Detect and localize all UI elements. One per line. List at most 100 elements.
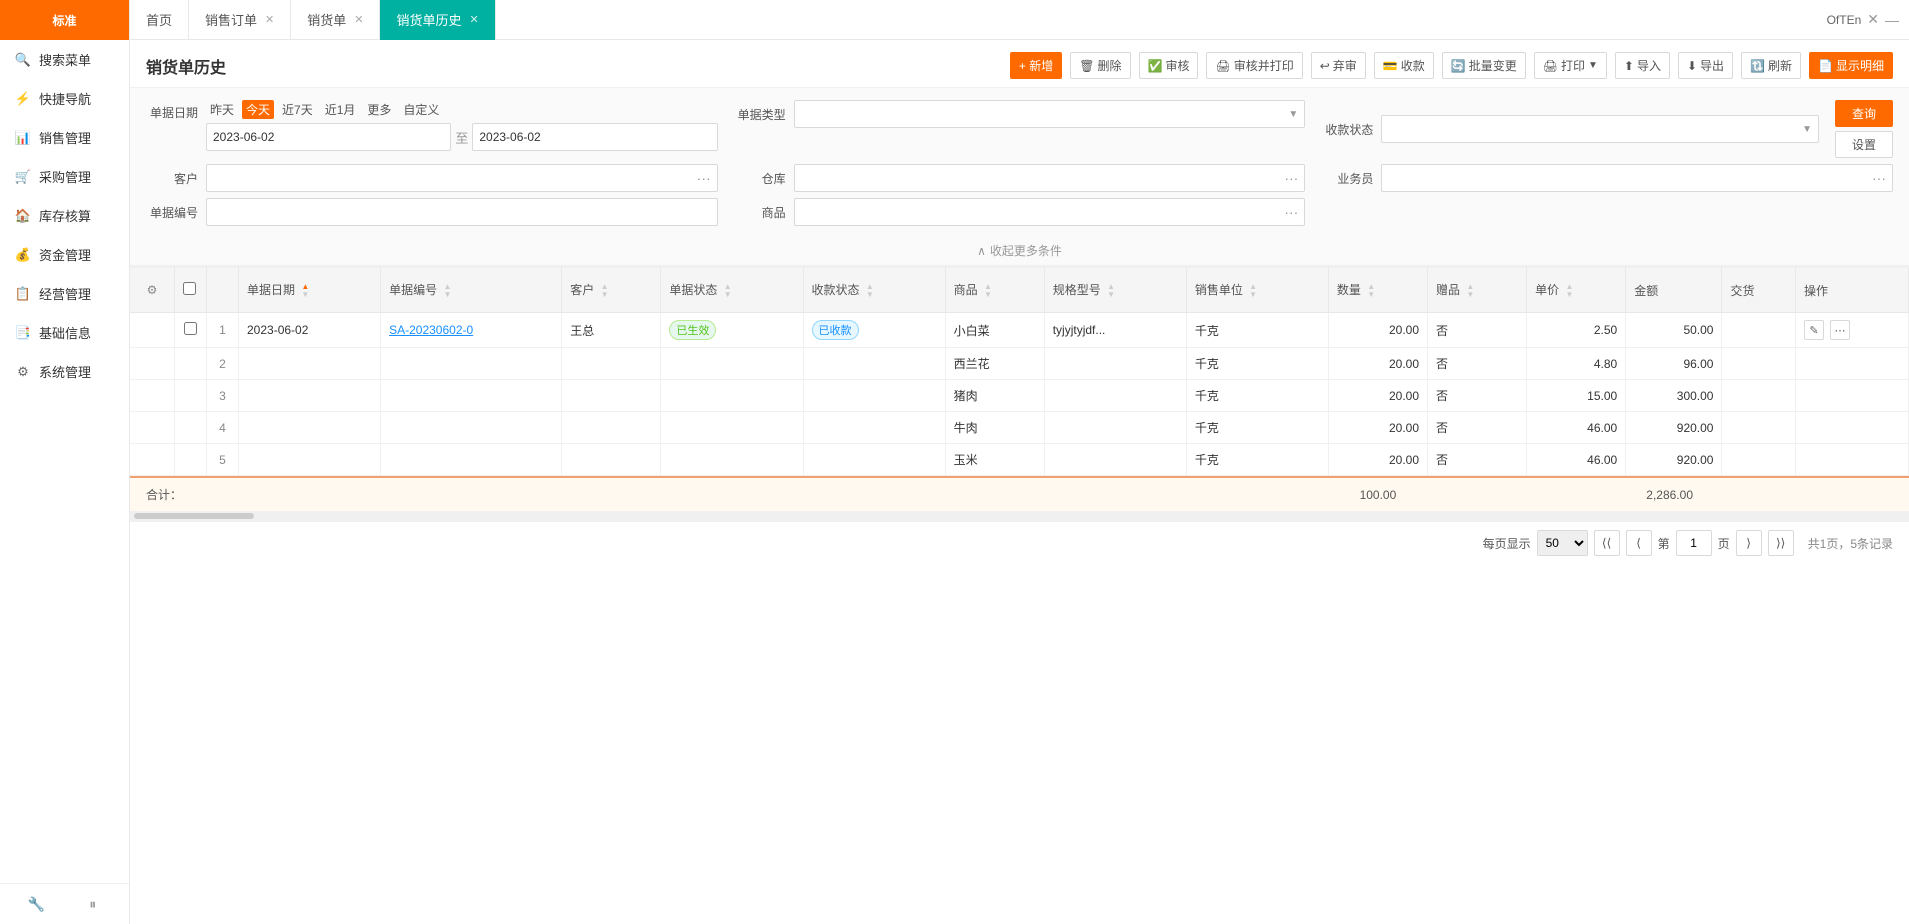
date-from-input[interactable] <box>206 123 451 151</box>
doc-no-link[interactable]: SA-20230602-0 <box>389 323 473 337</box>
next-page-btn[interactable]: ⟩ <box>1736 530 1762 556</box>
query-button[interactable]: 查询 <box>1835 100 1893 127</box>
cell-row-no: 2 <box>207 348 239 380</box>
table-scrollbar[interactable] <box>130 511 1909 521</box>
date-to-input[interactable] <box>472 123 717 151</box>
filter-salesperson: 业务员 ··· <box>1321 164 1893 192</box>
edit-op-icon[interactable]: ✎ <box>1804 320 1824 340</box>
cell-operation: ✎⋯ <box>1795 313 1908 348</box>
table-scroll-thumb[interactable] <box>134 513 254 519</box>
tab-home[interactable]: 首页 <box>130 0 189 40</box>
salesperson-dots[interactable]: ··· <box>1872 170 1886 186</box>
sort-collect-status[interactable]: ▲▼ <box>866 283 874 299</box>
last-page-btn[interactable]: ⟩⟩ <box>1768 530 1794 556</box>
tab-sales-history-close[interactable]: ✕ <box>470 13 479 26</box>
sidebar-item-search-menu[interactable]: 🔍 搜索菜单 <box>0 40 129 79</box>
sort-spec[interactable]: ▲▼ <box>1107 283 1115 299</box>
import-button[interactable]: ⬆ 导入 <box>1615 52 1670 79</box>
col-spec: 规格型号 ▲▼ <box>1044 268 1186 313</box>
set-button[interactable]: 设置 <box>1835 131 1893 158</box>
table-settings-icon[interactable]: ⚙ <box>138 276 166 304</box>
shortcut-7days[interactable]: 近7天 <box>278 100 317 119</box>
audit-button[interactable]: ✅ 审核 <box>1139 52 1199 79</box>
sort-qty[interactable]: ▲▼ <box>1367 283 1375 299</box>
date-range-row: 至 <box>206 123 718 151</box>
prev-page-btn[interactable]: ⟨ <box>1626 530 1652 556</box>
sidebar-item-sales[interactable]: 📊 销售管理 <box>0 118 129 157</box>
sort-goods[interactable]: ▲▼ <box>984 283 992 299</box>
tab-sales-delivery[interactable]: 销货单 ✕ <box>291 0 380 40</box>
page-number-input[interactable] <box>1676 530 1712 556</box>
show-detail-button[interactable]: 📄 显示明细 <box>1809 52 1893 79</box>
shopping-icon: 🛒 <box>15 169 31 185</box>
goods-dots[interactable]: ··· <box>1284 204 1298 220</box>
new-button[interactable]: + 新增 <box>1010 52 1062 79</box>
sort-gift[interactable]: ▲▼ <box>1466 283 1474 299</box>
page-size-select[interactable]: 50 100 200 <box>1537 530 1588 556</box>
sidebar-item-purchase[interactable]: 🛒 采购管理 <box>0 157 129 196</box>
tab-sales-order-close[interactable]: ✕ <box>265 13 274 26</box>
customer-label: 客户 <box>146 170 198 187</box>
shortcut-1month[interactable]: 近1月 <box>321 100 360 119</box>
settings-icon: ⚙ <box>15 364 31 380</box>
col-check <box>175 268 207 313</box>
shortcut-more[interactable]: 更多 <box>363 100 395 119</box>
cell-customer <box>562 380 661 412</box>
sidebar-item-finance[interactable]: 💰 资金管理 <box>0 235 129 274</box>
sidebar-item-inventory[interactable]: 🏠 库存核算 <box>0 196 129 235</box>
warehouse-dots[interactable]: ··· <box>1284 170 1298 186</box>
sort-doc-status[interactable]: ▲▼ <box>724 283 732 299</box>
row-checkbox[interactable] <box>184 322 197 335</box>
abandon-button[interactable]: ↩ 弃审 <box>1311 52 1366 79</box>
sort-customer[interactable]: ▲▼ <box>601 283 609 299</box>
cell-qty: 20.00 <box>1328 313 1427 348</box>
collapse-button[interactable]: ∧ 收起更多条件 <box>130 236 1909 266</box>
refresh-button[interactable]: 🔃 刷新 <box>1741 52 1801 79</box>
sort-unit-price[interactable]: ▲▼ <box>1565 283 1573 299</box>
sort-doc-no[interactable]: ▲▼ <box>443 283 451 299</box>
first-page-btn[interactable]: ⟨⟨ <box>1594 530 1620 556</box>
filter-row-3: 单据编号 商品 ··· <box>130 198 1909 236</box>
audit-print-button[interactable]: 🖨 审核并打印 <box>1206 52 1302 79</box>
select-all-checkbox[interactable] <box>183 282 196 295</box>
doc-no-input[interactable] <box>206 198 718 226</box>
batch-change-button[interactable]: 🔄 批量变更 <box>1442 52 1526 79</box>
abandon-icon: ↩ <box>1320 59 1330 73</box>
cell-doc-status <box>661 380 803 412</box>
collect-status-select[interactable]: ▼ <box>1381 115 1819 143</box>
cell-doc-date <box>239 412 381 444</box>
sort-doc-date[interactable]: ▲▼ <box>301 283 309 299</box>
warehouse-input[interactable] <box>801 171 1283 185</box>
delete-button[interactable]: 🗑 删除 <box>1070 52 1130 79</box>
tab-sales-history-label: 销货单历史 <box>396 10 461 29</box>
cell-doc-date <box>239 380 381 412</box>
shortcut-yesterday[interactable]: 昨天 <box>206 100 238 119</box>
customer-field: ··· <box>206 164 718 192</box>
customer-dots[interactable]: ··· <box>697 170 711 186</box>
tab-sales-order[interactable]: 销售订单 ✕ <box>189 0 291 40</box>
shortcut-custom[interactable]: 自定义 <box>399 100 443 119</box>
print-button[interactable]: 🖨 打印 ▼ <box>1534 52 1607 79</box>
shortcut-today[interactable]: 今天 <box>242 100 274 119</box>
more-op-icon[interactable]: ⋯ <box>1830 320 1850 340</box>
salesperson-input[interactable] <box>1388 171 1870 185</box>
date-label: 单据日期 <box>146 100 198 121</box>
goods-input[interactable] <box>801 205 1283 219</box>
sidebar-item-system[interactable]: ⚙ 系统管理 <box>0 352 129 391</box>
customer-input[interactable] <box>213 171 695 185</box>
tab-sales-history[interactable]: 销货单历史 ✕ <box>380 0 495 40</box>
minimize-icon[interactable]: — <box>1885 12 1899 28</box>
collect-button[interactable]: 💳 收款 <box>1374 52 1434 79</box>
tab-sales-delivery-close[interactable]: ✕ <box>354 13 363 26</box>
sidebar-bottom-icon-2[interactable]: ⏸ <box>81 892 105 916</box>
cell-unit-price: 4.80 <box>1527 348 1626 380</box>
sidebar-bottom-icon-1[interactable]: 🔧 <box>24 892 48 916</box>
doc-type-select[interactable]: ▼ <box>794 100 1306 128</box>
sidebar-item-quick-nav[interactable]: ⚡ 快捷导航 <box>0 79 129 118</box>
sort-sales-unit[interactable]: ▲▼ <box>1249 283 1257 299</box>
search-icon: 🔍 <box>15 52 31 68</box>
sidebar-item-operations[interactable]: 📋 经营管理 <box>0 274 129 313</box>
export-button[interactable]: ⬇ 导出 <box>1678 52 1733 79</box>
close-window-icon[interactable]: ✕ <box>1867 11 1879 28</box>
sidebar-item-basic-info[interactable]: 📑 基础信息 <box>0 313 129 352</box>
